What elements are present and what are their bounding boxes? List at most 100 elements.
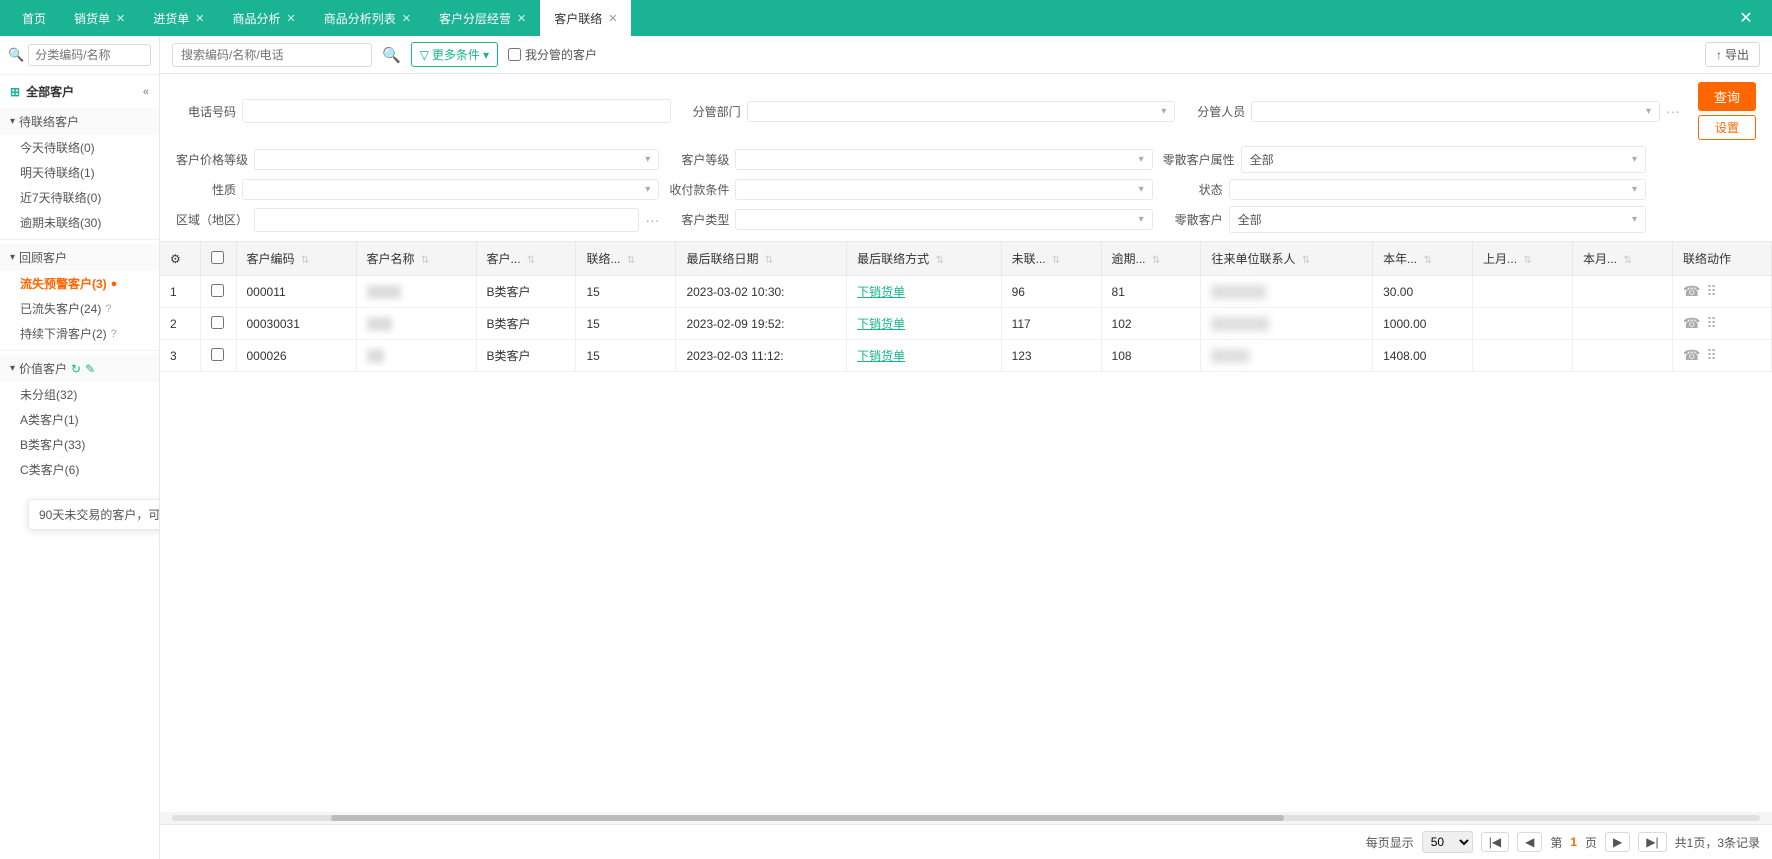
collapse-sidebar-btn[interactable]: « [143,86,149,98]
customer-type-arrow-icon: ▾ [1139,214,1144,225]
filter-retail-attr-select[interactable]: 全部 ▾ [1241,146,1646,173]
customer-level-arrow-icon: ▾ [1139,154,1144,165]
sidebar-item-declining[interactable]: 持续下滑客户(2) ? [0,321,159,346]
nav-item-customer-tier[interactable]: 客户分层经营 ✕ [425,0,540,36]
sidebar-item-class-c[interactable]: C类客户(6) [0,457,159,482]
manager-dots-btn[interactable]: ··· [1666,103,1680,119]
query-btn[interactable]: 查询 [1698,82,1756,111]
this-year-sort-icon[interactable]: ⇅ [1423,255,1431,266]
value-refresh-icon[interactable]: ↻ [71,362,81,376]
nav-item-analysis-list[interactable]: 商品分析列表 ✕ [310,0,425,36]
action-more-icon-1[interactable]: ⠿ [1706,315,1716,332]
contact-person-sort-icon[interactable]: ⇅ [1302,255,1310,266]
cell-checkbox-2[interactable] [200,340,236,372]
code-sort-icon[interactable]: ⇅ [301,255,309,266]
sidebar-item-week-pending[interactable]: 近7天待联络(0) [0,185,159,210]
filter-status-select[interactable]: ▾ [1229,179,1646,200]
sidebar-item-tomorrow-pending[interactable]: 明天待联络(1) [0,160,159,185]
my-customers-checkbox-label[interactable]: 我分管的客户 [508,46,597,63]
cell-last-method-2[interactable]: 下销货单 [847,340,1001,372]
name-sort-icon[interactable]: ⇅ [421,255,429,266]
value-edit-icon[interactable]: ✎ [85,362,95,376]
last-method-sort-icon[interactable]: ⇅ [935,255,943,266]
nav-item-home[interactable]: 首页 [8,0,60,36]
prev-page-btn[interactable]: ◀ [1517,832,1542,852]
sidebar-search-input[interactable] [28,44,151,66]
tooltip-text: 90天未交易的客户，可能有流失风险。 [39,508,160,522]
sidebar-group-value[interactable]: ▾ 价值客户 ↻ ✎ [0,355,159,382]
scrollbar-thumb[interactable] [331,815,1284,821]
filter-search-input[interactable] [172,43,372,67]
filter-phone-input[interactable] [242,99,671,123]
window-close-btn[interactable]: ✕ [1728,0,1764,36]
last-method-link-2[interactable]: 下销货单 [857,349,905,363]
close-analysis-list-tab[interactable]: ✕ [402,12,411,25]
cell-last-method-0[interactable]: 下销货单 [847,276,1001,308]
filter-payment-select[interactable]: ▾ [735,179,1152,200]
all-customers-header[interactable]: ⊞ 全部客户 « [0,75,159,108]
export-label: 导出 [1725,46,1749,63]
select-all-checkbox[interactable] [211,251,224,264]
filter-retail-customer-label: 零散客户 [1163,211,1223,228]
cell-checkbox-0[interactable] [200,276,236,308]
sidebar-item-ungrouped[interactable]: 未分组(32) [0,382,159,407]
filter-nature-select[interactable]: ▾ [242,179,659,200]
sidebar-item-today-pending[interactable]: 今天待联络(0) [0,135,159,160]
more-conditions-btn[interactable]: ▽ 更多条件 ▾ [411,42,498,67]
th-checkbox[interactable] [200,242,236,276]
last-method-link-0[interactable]: 下销货单 [857,285,905,299]
sidebar-item-churn-warning[interactable]: 流失预警客户(3) ● [0,271,159,296]
last-month-sort-icon[interactable]: ⇅ [1523,255,1531,266]
sidebar-item-class-b[interactable]: B类客户(33) [0,432,159,457]
settings-btn[interactable]: 设置 [1698,115,1756,140]
filter-search-btn[interactable]: 🔍 [382,46,401,64]
contact-count-sort-icon[interactable]: ⇅ [627,255,635,266]
table-header-row: ⚙ 客户编码 ⇅ 客户名称 ⇅ 客户... ⇅ 联络... ⇅ 最后联络日期 ⇅… [160,242,1772,276]
sidebar-group-review[interactable]: ▾ 回顾客户 [0,244,159,271]
per-page-select[interactable]: 50 100 200 [1422,831,1473,853]
nav-item-customer-contact[interactable]: 客户联络 ✕ [540,0,631,36]
export-btn[interactable]: ↑ 导出 [1705,42,1760,67]
action-more-icon-0[interactable]: ⠿ [1706,283,1716,300]
last-page-btn[interactable]: ▶| [1638,832,1666,852]
first-page-btn[interactable]: |◀ [1481,832,1509,852]
nav-item-sales[interactable]: 销货单 ✕ [60,0,139,36]
customer-type-sort-icon[interactable]: ⇅ [527,255,535,266]
close-analysis-tab[interactable]: ✕ [287,12,296,25]
th-settings[interactable]: ⚙ [160,242,200,276]
nav-item-purchase[interactable]: 进货单 ✕ [139,0,218,36]
overdue-sort-icon[interactable]: ⇅ [1152,255,1160,266]
this-month-sort-icon[interactable]: ⇅ [1623,255,1631,266]
action-call-icon-2[interactable]: ☎ [1683,347,1700,364]
last-method-link-1[interactable]: 下销货单 [857,317,905,331]
uncontacted-sort-icon[interactable]: ⇅ [1052,255,1060,266]
close-customer-contact-tab[interactable]: ✕ [608,12,617,25]
close-customer-tier-tab[interactable]: ✕ [517,12,526,25]
horizontal-scrollbar[interactable] [160,812,1772,824]
filter-customer-type-select[interactable]: ▾ [735,209,1152,230]
action-more-icon-2[interactable]: ⠿ [1706,347,1716,364]
filter-customer-level-select[interactable]: ▾ [735,149,1152,170]
filter-price-level-select[interactable]: ▾ [254,149,659,170]
nav-item-analysis[interactable]: 商品分析 ✕ [218,0,309,36]
cell-checkbox-1[interactable] [200,308,236,340]
sidebar-item-class-a[interactable]: A类客户(1) [0,407,159,432]
filter-retail-customer-select[interactable]: 全部 ▾ [1229,206,1646,233]
region-dots-btn[interactable]: ··· [645,212,659,228]
action-call-icon-1[interactable]: ☎ [1683,315,1700,332]
close-purchase-tab[interactable]: ✕ [195,12,204,25]
last-date-sort-icon[interactable]: ⇅ [765,255,773,266]
action-call-icon-0[interactable]: ☎ [1683,283,1700,300]
filter-region-input[interactable] [254,208,639,232]
filter-dept-select[interactable]: ▾ [747,101,1176,122]
sidebar-group-pending[interactable]: ▾ 待联络客户 [0,108,159,135]
sidebar-group-review-label: 回顾客户 [19,249,67,266]
close-sales-tab[interactable]: ✕ [116,12,125,25]
my-customers-checkbox[interactable] [508,48,521,61]
cell-last-method-1[interactable]: 下销货单 [847,308,1001,340]
next-page-btn[interactable]: ▶ [1605,832,1630,852]
sidebar-item-overdue-pending[interactable]: 逾期未联络(30) [0,210,159,235]
cell-actions-1: ☎ ⠿ [1672,308,1771,340]
sidebar-item-churned[interactable]: 已流失客户(24) ? [0,296,159,321]
filter-manager-select[interactable]: ▾ [1251,101,1660,122]
